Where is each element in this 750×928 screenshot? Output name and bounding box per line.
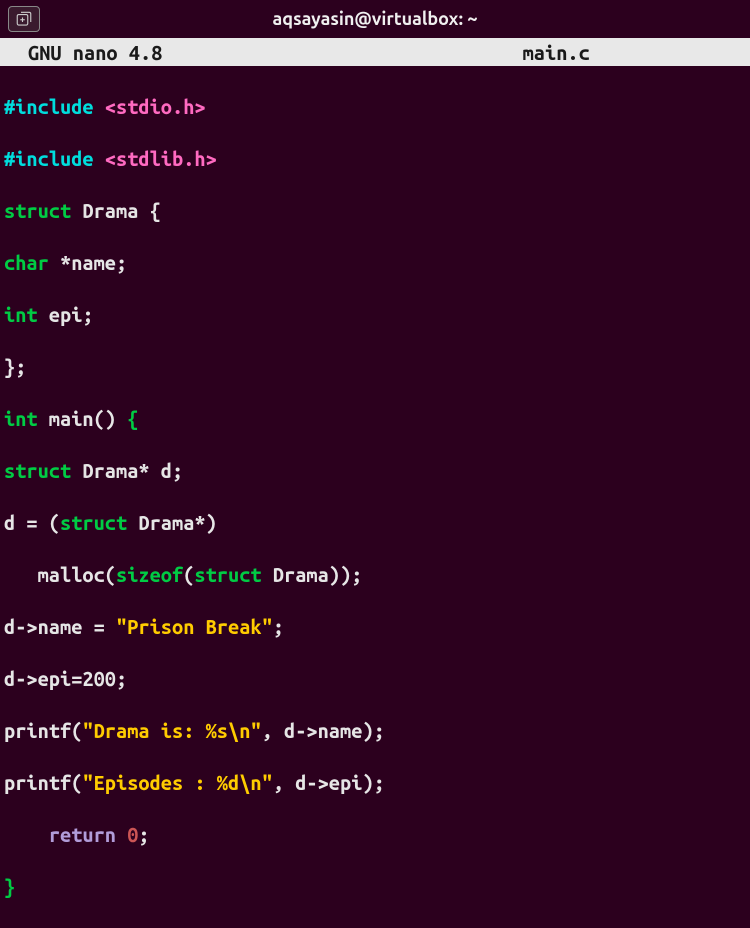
new-tab-icon	[15, 10, 33, 28]
code-line: printf("Drama is: %s\n", d->name);	[4, 718, 746, 744]
code-line: char *name;	[4, 250, 746, 276]
nano-filename: main.c	[162, 41, 750, 64]
code-line: int epi;	[4, 302, 746, 328]
code-line: d = (struct Drama*)	[4, 510, 746, 536]
window-title: aqsayasin@virtualbox: ~	[44, 9, 742, 29]
nano-header: GNU nano 4.8 main.c	[0, 38, 750, 66]
window-titlebar: aqsayasin@virtualbox: ~	[0, 0, 750, 38]
code-line: malloc(sizeof(struct Drama));	[4, 562, 746, 588]
code-line: }	[4, 874, 746, 900]
editor-content[interactable]: #include <stdio.h> #include <stdlib.h> s…	[0, 66, 750, 928]
code-line: return 0;	[4, 822, 746, 848]
code-line: int main() {	[4, 406, 746, 432]
code-line: #include <stdlib.h>	[4, 146, 746, 172]
code-line: #include <stdio.h>	[4, 94, 746, 120]
nano-version: GNU nano 4.8	[0, 41, 162, 64]
new-tab-button[interactable]	[8, 6, 40, 32]
code-line: };	[4, 354, 746, 380]
code-line: struct Drama* d;	[4, 458, 746, 484]
code-line: struct Drama {	[4, 198, 746, 224]
code-line: d->name = "Prison Break";	[4, 614, 746, 640]
code-line: d->epi=200;	[4, 666, 746, 692]
code-line: printf("Episodes : %d\n", d->epi);	[4, 770, 746, 796]
